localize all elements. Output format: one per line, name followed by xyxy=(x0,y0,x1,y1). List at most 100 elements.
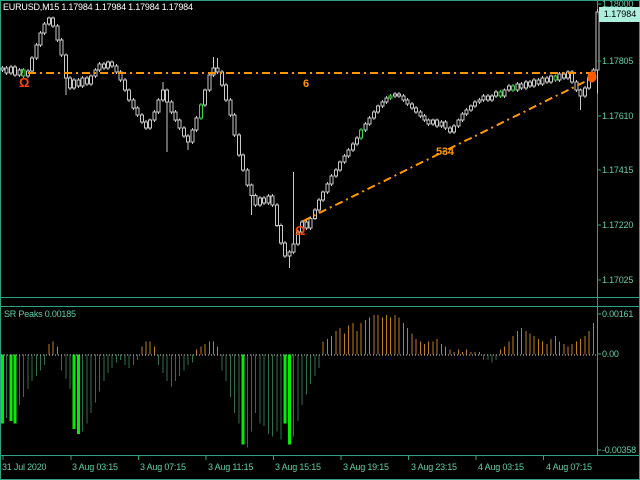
candle-body xyxy=(122,79,127,91)
candle-body xyxy=(156,99,161,113)
candle-body xyxy=(333,169,338,177)
candle-body xyxy=(405,99,410,105)
histogram-bar xyxy=(13,354,17,424)
candle-body xyxy=(490,95,495,101)
histogram-bar xyxy=(94,354,96,403)
candle-body xyxy=(262,197,267,204)
histogram-bar xyxy=(52,341,54,355)
candle-body xyxy=(359,129,364,139)
candle-body xyxy=(414,107,419,113)
histogram-bar xyxy=(352,322,354,355)
histogram-bar xyxy=(457,349,459,355)
histogram-bar xyxy=(390,317,392,355)
candle-body xyxy=(279,224,284,244)
histogram-bar xyxy=(103,354,105,382)
histogram-bar xyxy=(575,341,577,355)
candle-body xyxy=(131,99,136,109)
histogram-bar xyxy=(567,346,569,355)
candle-body xyxy=(506,85,511,91)
histogram-bar xyxy=(331,336,333,355)
histogram-bar xyxy=(196,349,198,355)
candle-body xyxy=(363,123,368,131)
histogram-bar xyxy=(597,317,599,355)
time-axis-label: 31 Jul 2020 xyxy=(2,462,47,472)
candle-body xyxy=(139,114,144,123)
time-axis-label: 3 Aug 15:15 xyxy=(275,462,321,472)
histogram-bar xyxy=(111,354,113,368)
candle-body xyxy=(165,89,170,103)
candle-body xyxy=(148,119,153,129)
histogram-bar xyxy=(424,344,425,355)
histogram-bar xyxy=(419,341,421,355)
indicator-axis-label: 0.00 xyxy=(602,349,619,359)
candle-body xyxy=(439,121,444,127)
time-axis-label: 4 Aug 03:15 xyxy=(478,462,524,472)
histogram-bar xyxy=(297,354,299,421)
price-axis-label: 1.18000 xyxy=(602,0,634,9)
trendline-label-6: 6 xyxy=(303,78,309,90)
histogram-bar xyxy=(521,328,523,355)
price-axis-label: 1.17610 xyxy=(602,111,634,121)
candle-body xyxy=(42,23,47,34)
candle-body xyxy=(80,77,85,87)
candle-body xyxy=(317,199,321,211)
histogram-bar xyxy=(386,314,388,355)
candle-body xyxy=(143,121,148,129)
candle-body xyxy=(194,117,199,131)
histogram-bar xyxy=(360,322,362,355)
candle-body xyxy=(350,143,355,151)
histogram-bar xyxy=(335,330,337,355)
histogram-bar xyxy=(39,354,41,371)
histogram-bar xyxy=(516,330,518,355)
histogram-bar xyxy=(588,330,590,355)
candle-body xyxy=(72,79,77,89)
histogram-bar xyxy=(208,341,210,355)
candle-body xyxy=(367,117,372,125)
candle-body xyxy=(283,242,288,257)
candle-body xyxy=(422,115,427,121)
candle-body xyxy=(460,113,465,121)
candle-body xyxy=(30,57,35,72)
histogram-bar xyxy=(580,338,582,355)
histogram-bar xyxy=(183,354,185,371)
candle-body xyxy=(152,111,157,121)
candle-body xyxy=(557,73,562,81)
histogram-bar xyxy=(44,354,46,366)
histogram-bar xyxy=(381,317,383,355)
price-axis-label: 1.17415 xyxy=(602,165,634,175)
histogram-bar xyxy=(584,336,586,355)
histogram-bar xyxy=(255,354,257,413)
histogram-bar xyxy=(99,354,101,392)
omega-marker-left: Ω xyxy=(19,75,30,90)
histogram-bar xyxy=(428,341,430,355)
candle-body xyxy=(409,103,414,109)
histogram-bar xyxy=(200,346,202,355)
histogram-bar xyxy=(559,341,561,355)
histogram-bar xyxy=(145,341,147,355)
histogram-bar xyxy=(436,338,438,355)
candle-body xyxy=(291,243,296,253)
histogram-bar xyxy=(18,354,20,405)
candle-body xyxy=(515,83,520,91)
histogram-bar xyxy=(369,317,371,355)
candle-body xyxy=(392,93,397,97)
chart-canvas[interactable] xyxy=(0,0,640,480)
price-axis-label: 1.17805 xyxy=(602,56,634,66)
candle-body xyxy=(418,111,423,117)
candle-body xyxy=(0,67,5,71)
candle-body xyxy=(241,154,246,171)
histogram-bar xyxy=(31,354,33,382)
histogram-bar xyxy=(470,352,472,355)
histogram-bar xyxy=(9,354,13,421)
candle-body xyxy=(481,95,486,101)
candle-body xyxy=(55,25,60,41)
candle-body xyxy=(376,105,381,113)
candle-body xyxy=(574,81,579,91)
histogram-bar xyxy=(187,354,189,366)
histogram-bar xyxy=(72,354,76,429)
histogram-bar xyxy=(276,354,278,432)
candle-body xyxy=(498,91,503,97)
histogram-bar xyxy=(287,354,291,445)
candle-body xyxy=(401,95,406,101)
ball-marker-right[interactable] xyxy=(587,71,597,83)
